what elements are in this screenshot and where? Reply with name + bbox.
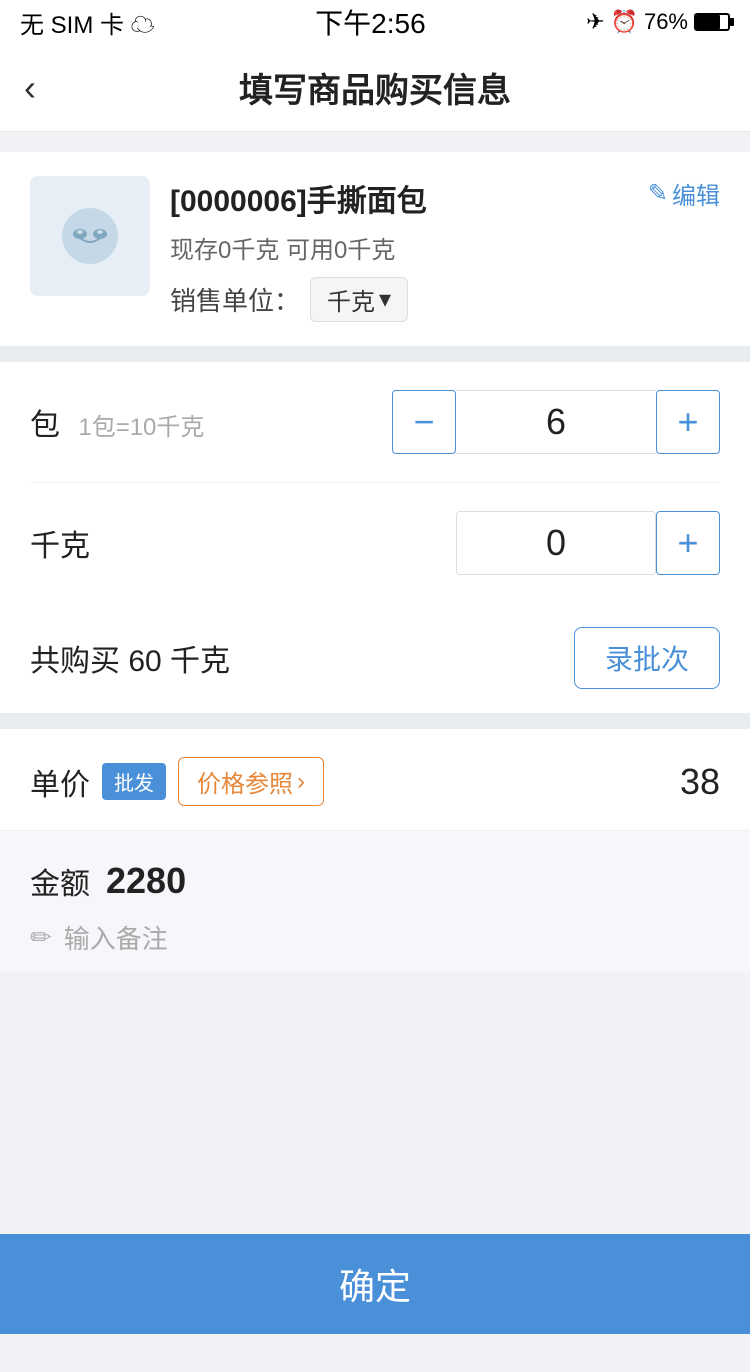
chevron-right-icon: ›	[297, 768, 305, 796]
pack-qty-control: − +	[392, 390, 720, 454]
product-name: [0000006]手撕面包	[170, 176, 720, 220]
price-label: 单价	[30, 760, 90, 804]
price-left: 单价 批发 价格参照 ›	[30, 757, 324, 806]
price-ref-button[interactable]: 价格参照 ›	[178, 757, 324, 806]
battery-icon	[694, 13, 730, 31]
pack-plus-button[interactable]: +	[656, 390, 720, 454]
price-tag-batch: 批发	[102, 763, 166, 800]
total-row: 共购买 60 千克 录批次	[0, 603, 750, 713]
status-bar: 无 SIM 卡 ☁ 下午2:56 ✈ ⏰ 76%	[0, 0, 750, 44]
price-row: 单价 批发 价格参照 › 38	[30, 757, 720, 806]
section-divider-2	[0, 713, 750, 729]
pack-input-row: 包 1包=10千克 − +	[30, 362, 720, 483]
status-time: 下午2:56	[315, 2, 426, 42]
chevron-down-icon: ▾	[379, 285, 391, 314]
amount-row: 金额 2280	[30, 859, 720, 903]
unit-label: 销售单位：	[170, 281, 300, 318]
amount-value: 2280	[106, 860, 186, 902]
kg-label: 千克	[30, 521, 456, 565]
product-section: [0000006]手撕面包 现存0千克 可用0千克 销售单位： 千克 ▾ ✎ 编…	[0, 152, 750, 346]
kg-qty-control: +	[456, 511, 720, 575]
quantity-section: 包 1包=10千克 − + 千克 +	[0, 362, 750, 603]
empty-area	[0, 972, 750, 1272]
kg-input-row: 千克 +	[30, 483, 720, 603]
back-button[interactable]: ‹	[24, 67, 36, 109]
pack-minus-button[interactable]: −	[392, 390, 456, 454]
kg-qty-input[interactable]	[456, 511, 656, 575]
price-section: 单价 批发 价格参照 › 38	[0, 729, 750, 831]
page-title: 填写商品购买信息	[239, 63, 511, 112]
product-info: [0000006]手撕面包 现存0千克 可用0千克 销售单位： 千克 ▾	[170, 176, 720, 322]
product-logo-icon	[60, 206, 120, 266]
unit-selector[interactable]: 千克 ▾	[310, 277, 408, 322]
product-unit-row: 销售单位： 千克 ▾	[170, 277, 720, 322]
amount-label: 金额	[30, 859, 90, 903]
edit-icon: ✎	[648, 179, 668, 208]
edit-button[interactable]: ✎ 编辑	[648, 176, 720, 211]
nav-bar: ‹ 填写商品购买信息	[0, 44, 750, 132]
amount-section: 金额 2280 ✏ 输入备注	[0, 831, 750, 972]
total-text: 共购买 60 千克	[30, 636, 230, 680]
section-divider-1	[0, 346, 750, 362]
sim-status: 无 SIM 卡 ☁	[20, 5, 155, 40]
pack-hint: 1包=10千克	[78, 414, 204, 441]
pencil-icon: ✏	[30, 922, 52, 953]
product-image	[30, 176, 150, 296]
alarm-icon: ⏰	[611, 9, 638, 35]
confirm-button[interactable]: 确定	[0, 1234, 750, 1334]
note-row[interactable]: ✏ 输入备注	[30, 919, 720, 956]
pack-label: 包 1包=10千克	[30, 400, 392, 444]
batch-button[interactable]: 录批次	[574, 627, 720, 689]
kg-plus-button[interactable]: +	[656, 511, 720, 575]
battery-level: 76%	[644, 9, 688, 35]
note-placeholder: 输入备注	[64, 919, 168, 956]
status-right: ✈ ⏰ 76%	[586, 9, 730, 35]
status-left: 无 SIM 卡 ☁	[20, 5, 155, 40]
location-icon: ✈	[586, 9, 604, 35]
product-stock: 现存0千克 可用0千克	[170, 230, 720, 265]
price-value: 38	[680, 761, 720, 803]
pack-qty-input[interactable]	[456, 390, 656, 454]
